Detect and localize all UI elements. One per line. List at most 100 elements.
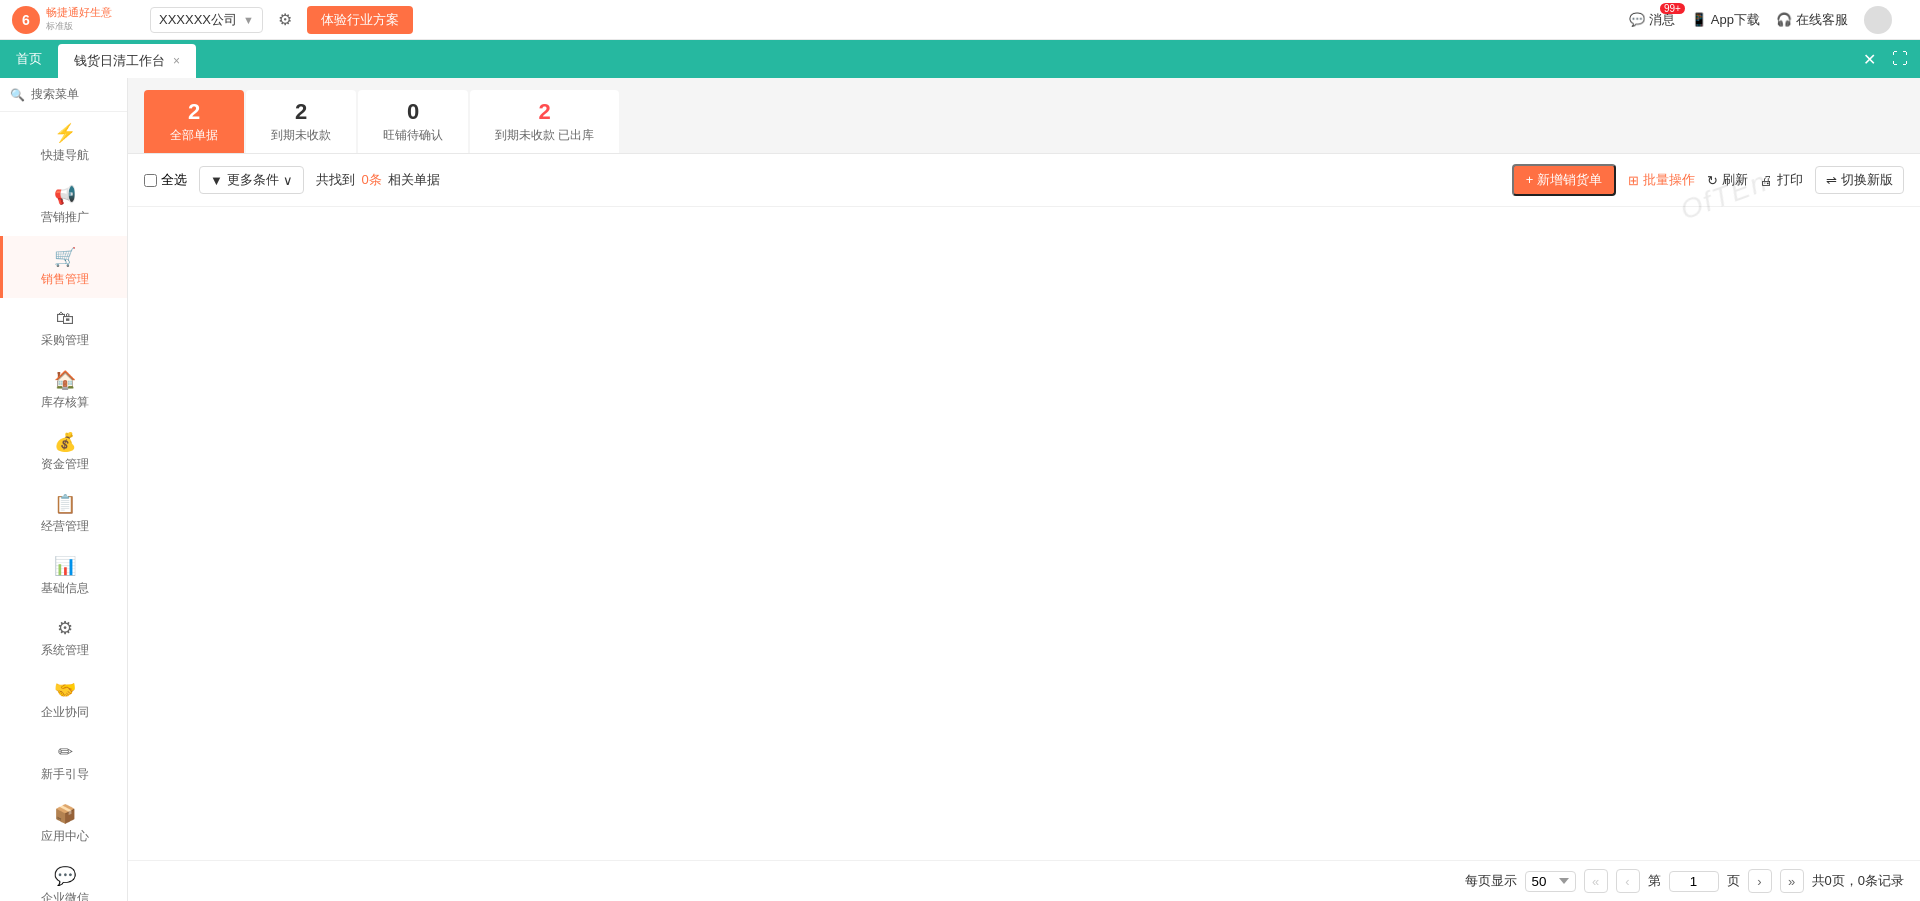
marketing-icon: 📢: [54, 184, 76, 206]
content-area: 2 全部单据 2 到期未收款 0 旺铺待确认 2 到期未收款 已出库 全选: [128, 78, 1920, 901]
first-page-button[interactable]: «: [1584, 869, 1608, 893]
batch-icon: ⊞: [1628, 173, 1639, 188]
weixin-icon: 💬: [54, 865, 76, 887]
sidebar-item-system[interactable]: ⚙ 系统管理: [0, 607, 127, 669]
window-close-icon[interactable]: ✕: [1859, 46, 1880, 73]
sidebar-item-guide[interactable]: ✏ 新手引导: [0, 731, 127, 793]
sidebar-search[interactable]: 🔍 搜索菜单: [0, 78, 127, 112]
batch-operation-button[interactable]: ⊞ 批量操作: [1628, 171, 1695, 189]
sales-icon: 🛒: [54, 246, 76, 268]
sidebar-item-label: 系统管理: [41, 642, 89, 659]
sidebar-item-label: 新手引导: [41, 766, 89, 783]
filter-icon: ▼: [210, 173, 223, 188]
filter-tab-pending-label: 旺铺待确认: [383, 127, 443, 144]
sidebar-item-sales[interactable]: 🛒 销售管理: [0, 236, 127, 298]
select-all-input[interactable]: [144, 174, 157, 187]
refresh-icon: ↻: [1707, 173, 1718, 188]
filter-tab-overdue-label: 到期未收款: [271, 127, 331, 144]
table-area: [128, 207, 1920, 860]
sidebar-item-label: 销售管理: [41, 271, 89, 288]
per-page-label: 每页显示: [1465, 872, 1517, 890]
filter-tab-pending[interactable]: 0 旺铺待确认: [358, 90, 468, 153]
more-filter-button[interactable]: ▼ 更多条件 ∨: [199, 166, 304, 194]
basic-info-icon: 📊: [54, 555, 76, 577]
last-page-button[interactable]: »: [1780, 869, 1804, 893]
filter-tab-overdue-count: 2: [295, 99, 307, 125]
found-suffix: 相关单据: [388, 172, 440, 187]
tab-workbench[interactable]: 钱货日清工作台 ×: [58, 44, 196, 78]
found-prefix: 共找到: [316, 172, 355, 187]
current-page-input[interactable]: [1669, 871, 1719, 892]
sidebar-item-finance[interactable]: 💰 资金管理: [0, 421, 127, 483]
new-sales-button[interactable]: + 新增销货单: [1512, 164, 1616, 196]
app-name: 畅捷通好生意: [46, 6, 112, 19]
next-page-button[interactable]: ›: [1748, 869, 1772, 893]
found-count: 0条: [362, 172, 382, 187]
print-icon: 🖨: [1760, 173, 1773, 188]
filter-tab-all-label: 全部单据: [170, 127, 218, 144]
tab-close-icon[interactable]: ×: [173, 54, 180, 68]
print-label: 打印: [1777, 171, 1803, 189]
settings-button[interactable]: ⚙: [271, 6, 299, 34]
message-icon: 💬: [1629, 12, 1645, 27]
sidebar-item-purchase[interactable]: 🛍 采购管理: [0, 298, 127, 359]
switch-version-button[interactable]: ⇌ 切换新版: [1815, 166, 1904, 194]
company-selector[interactable]: XXXXXX公司 ▼: [150, 7, 263, 33]
sidebar-item-label: 经营管理: [41, 518, 89, 535]
sidebar-search-label: 搜索菜单: [31, 86, 79, 103]
sidebar-item-operations[interactable]: 📋 经营管理: [0, 483, 127, 545]
filter-tab-shipped[interactable]: 2 到期未收款 已出库: [470, 90, 619, 153]
print-button[interactable]: 🖨 打印: [1760, 171, 1803, 189]
sidebar-item-label: 营销推广: [41, 209, 89, 226]
header-right: 💬 消息 99+ 📱 App下载 🎧 在线客服: [1629, 6, 1908, 34]
action-bar: 全选 ▼ 更多条件 ∨ 共找到 0条 相关单据 + 新增销货单 ⊞ 批量操作: [128, 154, 1920, 207]
sidebar-item-label: 库存核算: [41, 394, 89, 411]
sidebar-item-app-center[interactable]: 📦 应用中心: [0, 793, 127, 855]
sidebar-item-cooperation[interactable]: 🤝 企业协同: [0, 669, 127, 731]
per-page-select[interactable]: 50 100 200: [1525, 871, 1576, 892]
sidebar: 🔍 搜索菜单 ⚡ 快捷导航 📢 营销推广 🛒 销售管理 🛍 采购管理 🏠 库存核…: [0, 78, 128, 901]
refresh-label: 刷新: [1722, 171, 1748, 189]
avatar[interactable]: [1864, 6, 1892, 34]
sidebar-item-basic-info[interactable]: 📊 基础信息: [0, 545, 127, 607]
sidebar-item-label: 采购管理: [41, 332, 89, 349]
refresh-button[interactable]: ↻ 刷新: [1707, 171, 1748, 189]
sidebar-item-weixin[interactable]: 💬 企业微信: [0, 855, 127, 901]
tab-home[interactable]: 首页: [0, 40, 58, 78]
purchase-icon: 🛍: [56, 308, 74, 329]
app-download-label: App下载: [1711, 11, 1760, 29]
filter-tab-all[interactable]: 2 全部单据: [144, 90, 244, 153]
batch-label: 批量操作: [1643, 171, 1695, 189]
filter-tab-overdue[interactable]: 2 到期未收款: [246, 90, 356, 153]
trial-button[interactable]: 体验行业方案: [307, 6, 413, 34]
filter-tabs: 2 全部单据 2 到期未收款 0 旺铺待确认 2 到期未收款 已出库: [128, 78, 1920, 154]
message-badge: 99+: [1660, 3, 1685, 14]
sidebar-item-quick-nav[interactable]: ⚡ 快捷导航: [0, 112, 127, 174]
filter-tab-all-count: 2: [188, 99, 200, 125]
app-download-item[interactable]: 📱 App下载: [1691, 11, 1760, 29]
logo-area: 6 畅捷通好生意 标准版: [12, 6, 140, 34]
sidebar-item-marketing[interactable]: 📢 营销推广: [0, 174, 127, 236]
message-item[interactable]: 💬 消息 99+: [1629, 11, 1675, 29]
system-icon: ⚙: [57, 617, 73, 639]
page-label: 第: [1648, 872, 1661, 890]
operations-icon: 📋: [54, 493, 76, 515]
select-all-checkbox[interactable]: 全选: [144, 171, 187, 189]
search-icon: 🔍: [10, 88, 25, 102]
sidebar-item-label: 应用中心: [41, 828, 89, 845]
switch-icon: ⇌: [1826, 173, 1837, 188]
company-dropdown-arrow: ▼: [243, 14, 254, 26]
window-expand-icon[interactable]: ⛶: [1888, 46, 1912, 72]
total-label: 共0页，0条记录: [1812, 872, 1904, 890]
filter-tab-pending-count: 0: [407, 99, 419, 125]
prev-page-button[interactable]: ‹: [1616, 869, 1640, 893]
main-layout: 🔍 搜索菜单 ⚡ 快捷导航 📢 营销推广 🛒 销售管理 🛍 采购管理 🏠 库存核…: [0, 78, 1920, 901]
sidebar-item-label: 快捷导航: [41, 147, 89, 164]
sidebar-item-inventory[interactable]: 🏠 库存核算: [0, 359, 127, 421]
page-suffix: 页: [1727, 872, 1740, 890]
filter-arrow-icon: ∨: [283, 173, 293, 188]
online-service-item[interactable]: 🎧 在线客服: [1776, 11, 1848, 29]
logo-icon: 6: [12, 6, 40, 34]
filter-tab-shipped-count: 2: [539, 99, 551, 125]
sidebar-item-label: 基础信息: [41, 580, 89, 597]
